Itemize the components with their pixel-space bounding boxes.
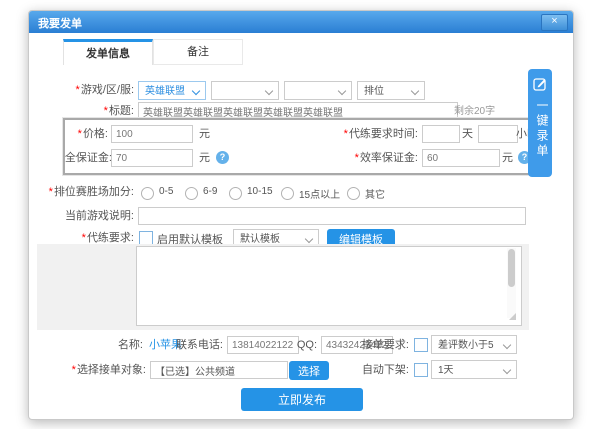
chevron-down-icon (503, 341, 511, 349)
scrollbar-thumb[interactable] (508, 249, 515, 287)
chevron-down-icon (503, 366, 511, 374)
game-select[interactable]: 英雄联盟 (138, 81, 206, 100)
region-select[interactable] (211, 81, 279, 100)
time-hours-input[interactable] (478, 125, 518, 143)
required-mark: * (49, 186, 53, 198)
safety-deposit-label: 安全保证金: (63, 149, 112, 167)
radio-label-15-plus[interactable]: 15点以上 (299, 186, 340, 201)
auto-offshelf-checkbox[interactable] (414, 363, 428, 377)
post-order-dialog: 我要发单 × 发单信息 备注 一键录单 *游戏/区/服: 英雄联盟 排位 *标题… (28, 10, 574, 420)
required-mark: * (344, 128, 348, 140)
price-unit: 元 (199, 125, 210, 143)
resize-handle-icon[interactable] (509, 313, 516, 320)
chevron-down-icon (305, 235, 313, 243)
required-mark: * (104, 105, 108, 117)
auto-offshelf-label: 自动下架: (329, 361, 409, 379)
game-description-label: 当前游戏说明: (29, 207, 134, 225)
publish-button[interactable]: 立即发布 (241, 388, 363, 411)
time-days-input[interactable] (422, 125, 460, 143)
required-mark: * (78, 128, 82, 140)
radio-label-other[interactable]: 其它 (365, 186, 385, 201)
required-mark: * (72, 364, 76, 376)
game-description-input[interactable] (138, 207, 526, 225)
dialog-titlebar: 我要发单 × (29, 11, 573, 33)
tab-order-info[interactable]: 发单信息 (63, 39, 153, 65)
dialog-title: 我要发单 (38, 15, 82, 31)
choose-button[interactable]: 选择 (289, 361, 329, 380)
accept-requirement-label: 接单要求: (329, 336, 409, 354)
target-label: *选择接单对象: (29, 361, 146, 379)
time-required-label: *代练要求时间: (305, 125, 418, 143)
help-icon[interactable]: ? (216, 151, 229, 164)
required-mark: * (76, 84, 80, 96)
radio-label-6-9[interactable]: 6-9 (203, 186, 217, 197)
mode-select[interactable]: 排位 (357, 81, 425, 100)
safety-deposit-input[interactable] (111, 149, 193, 167)
radio-10-15[interactable] (229, 187, 242, 200)
close-icon[interactable]: × (541, 14, 568, 31)
safety-unit: 元 (199, 149, 210, 167)
efficiency-unit: 元 (502, 149, 513, 167)
server-select[interactable] (284, 81, 352, 100)
training-requirement-textarea[interactable] (136, 246, 522, 326)
day-unit: 天 (462, 125, 473, 143)
accept-requirement-checkbox[interactable] (414, 338, 428, 352)
radio-15-plus[interactable] (281, 187, 294, 200)
chevron-down-icon (192, 87, 200, 95)
edit-icon (533, 77, 547, 96)
qq-label: QQ: (293, 336, 317, 354)
auto-offshelf-select[interactable]: 1天 (431, 360, 517, 379)
tab-remarks[interactable]: 备注 (153, 39, 243, 65)
price-input[interactable] (111, 125, 193, 143)
one-key-record-button[interactable]: 一键录单 (528, 69, 552, 177)
price-label: *价格: (65, 125, 108, 143)
use-default-template-checkbox[interactable] (139, 231, 153, 245)
radio-other[interactable] (347, 187, 360, 200)
chevron-down-icon (265, 87, 273, 95)
radio-label-10-15[interactable]: 10-15 (247, 186, 273, 197)
phone-input[interactable] (227, 336, 299, 354)
name-label: 名称: (69, 336, 143, 354)
radio-label-0-5[interactable]: 0-5 (159, 186, 173, 197)
one-key-record-label: 一键录单 (534, 99, 558, 159)
price-deposit-box: *价格: 元 *代练要求时间: 天 小时 安全保证金: 元 ? *效率保证金: … (63, 118, 532, 175)
target-input[interactable] (150, 361, 288, 379)
rank-bonus-label: *排位赛胜场加分: (29, 183, 134, 201)
efficiency-deposit-input[interactable] (422, 149, 500, 167)
chevron-down-icon (411, 87, 419, 95)
game-region-label: *游戏/区/服: (29, 81, 134, 99)
required-mark: * (355, 152, 359, 164)
chevron-down-icon (338, 87, 346, 95)
bad-review-select[interactable]: 差评数小于5 (431, 335, 517, 354)
efficiency-deposit-label: *效率保证金: (305, 149, 418, 167)
radio-0-5[interactable] (141, 187, 154, 200)
radio-6-9[interactable] (185, 187, 198, 200)
phone-label: 联系电话: (159, 336, 223, 354)
required-mark: * (82, 232, 86, 244)
